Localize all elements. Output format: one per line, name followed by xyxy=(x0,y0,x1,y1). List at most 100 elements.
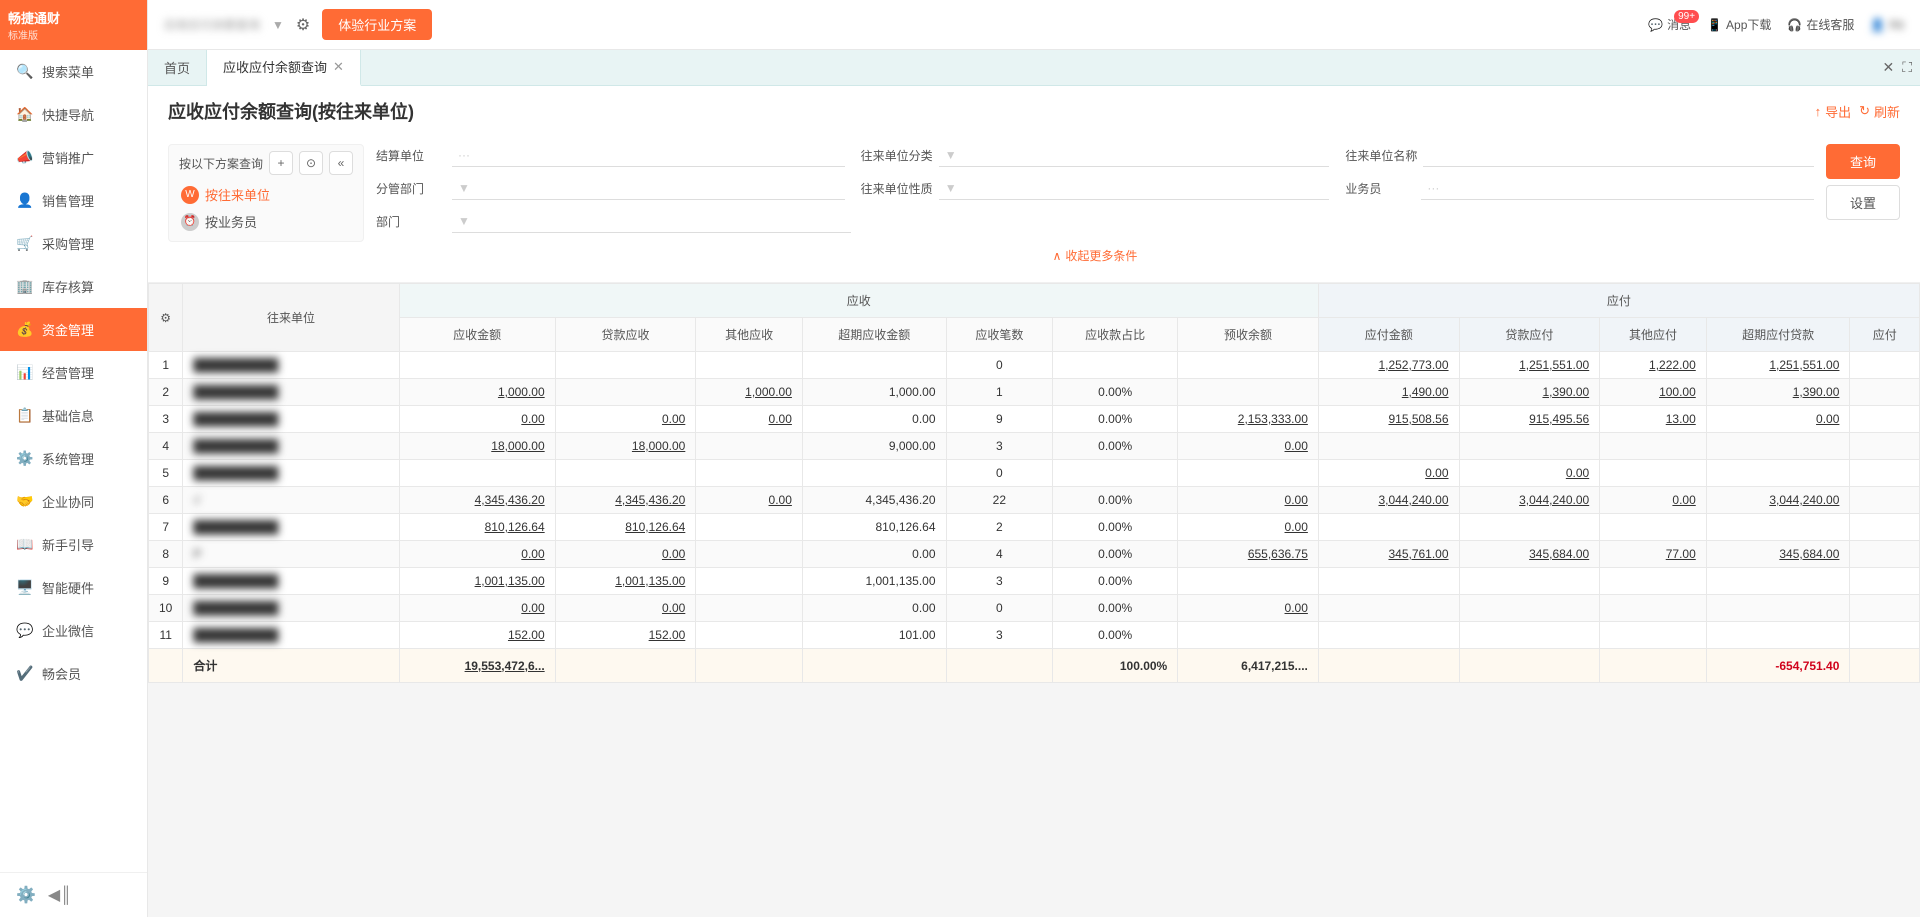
cell-value[interactable]: 77.00 xyxy=(1666,547,1696,561)
filter-rows: 结算单位 ··· 往来单位分类 ▼ xyxy=(376,144,1814,233)
settings-icon[interactable]: ⚙️ xyxy=(16,885,36,905)
edit-schema-button[interactable]: ⊙ xyxy=(299,151,323,175)
cell-value[interactable]: 1,252,773.00 xyxy=(1378,358,1448,372)
partner-name-input[interactable] xyxy=(1423,144,1814,167)
cell-value[interactable]: 0.00 xyxy=(662,412,685,426)
cell-value[interactable]: 0.00 xyxy=(1816,412,1839,426)
partner-name: ██████████ xyxy=(183,406,399,433)
cell-value: 0.00% xyxy=(1053,514,1178,541)
cell-value[interactable]: 0.00 xyxy=(1285,439,1308,453)
customer-service-button[interactable]: 🎧 在线客服 xyxy=(1787,16,1854,33)
export-button[interactable]: ↑ 导出 xyxy=(1815,102,1852,121)
cell-value[interactable]: 345,761.00 xyxy=(1388,547,1448,561)
app-download-button[interactable]: 📱 App下载 xyxy=(1707,16,1771,33)
query-button[interactable]: 查询 xyxy=(1826,144,1900,179)
sidebar-item-member[interactable]: ✔️ 畅会员 xyxy=(0,652,147,695)
cell-value[interactable]: 2,153,333.00 xyxy=(1238,412,1308,426)
refresh-button[interactable]: ↻ 刷新 xyxy=(1859,102,1900,121)
cell-value[interactable]: 3,044,240.00 xyxy=(1519,493,1589,507)
cell-value[interactable]: 152.00 xyxy=(649,628,686,642)
sidebar-item-inventory[interactable]: 🏢 库存核算 xyxy=(0,265,147,308)
cell-value[interactable]: 4,345,436.20 xyxy=(475,493,545,507)
cell-value[interactable]: 655,636.75 xyxy=(1248,547,1308,561)
sidebar-item-guide[interactable]: 📖 新手引导 xyxy=(0,523,147,566)
cell-value[interactable]: 3,044,240.00 xyxy=(1378,493,1448,507)
dept-dropdown[interactable]: ▼ xyxy=(452,177,845,200)
cell-value[interactable]: 152.00 xyxy=(508,628,545,642)
cell-value[interactable]: 1,390.00 xyxy=(1542,385,1589,399)
cell-value[interactable]: 810,126.64 xyxy=(485,520,545,534)
tab-close-icon[interactable]: ✕ xyxy=(333,59,344,75)
cell-value[interactable]: 0.00 xyxy=(662,547,685,561)
schema-by-unit[interactable]: W 按往来单位 xyxy=(173,181,359,208)
cell-value[interactable]: 0.00 xyxy=(1285,601,1308,615)
salesperson-input[interactable]: ··· xyxy=(1421,177,1814,200)
sidebar-item-business[interactable]: 📊 经营管理 xyxy=(0,351,147,394)
tab-close-all-button[interactable]: ✕ xyxy=(1882,59,1894,76)
cell-value[interactable]: 1,251,551.00 xyxy=(1519,358,1589,372)
cell-value[interactable]: 345,684.00 xyxy=(1779,547,1839,561)
cell-value[interactable]: 0.00 xyxy=(662,601,685,615)
schema-by-staff[interactable]: ⏰ 按业务员 xyxy=(173,208,359,235)
cell-value[interactable]: 1,490.00 xyxy=(1402,385,1449,399)
sidebar-item-finance[interactable]: 💰 资金管理 xyxy=(0,308,147,351)
th-ap-amount: 应付金额 xyxy=(1318,318,1459,352)
cell-value[interactable]: 1,001,135.00 xyxy=(615,574,685,588)
cell-value[interactable]: 1,251,551.00 xyxy=(1769,358,1839,372)
sidebar-item-basic[interactable]: 📋 基础信息 xyxy=(0,394,147,437)
cell-value[interactable]: 1,000.00 xyxy=(498,385,545,399)
cell-value[interactable]: 915,495.56 xyxy=(1529,412,1589,426)
cell-value[interactable]: 100.00 xyxy=(1659,385,1696,399)
cell-value[interactable]: 18,000.00 xyxy=(491,439,544,453)
sidebar-item-enterprise[interactable]: 🤝 企业协同 xyxy=(0,480,147,523)
cell-value[interactable]: 1,222.00 xyxy=(1649,358,1696,372)
cell-value[interactable]: 0.00 xyxy=(1566,466,1589,480)
cell-value[interactable]: 1,390.00 xyxy=(1793,385,1840,399)
cell-value[interactable]: 0.00 xyxy=(1425,466,1448,480)
partner-nature-dropdown[interactable]: ▼ xyxy=(939,177,1330,200)
cell-value[interactable]: 18,000.00 xyxy=(632,439,685,453)
tab-home[interactable]: 首页 xyxy=(148,50,207,86)
sidebar-item-hardware[interactable]: 🖥️ 智能硬件 xyxy=(0,566,147,609)
cell-value[interactable]: 0.00 xyxy=(521,547,544,561)
partner-category-dropdown[interactable]: ▼ xyxy=(939,144,1330,167)
cell-value[interactable]: 4,345,436.20 xyxy=(615,493,685,507)
sidebar-item-marketing[interactable]: 📣 营销推广 xyxy=(0,136,147,179)
sidebar-item-system[interactable]: ⚙️ 系统管理 xyxy=(0,437,147,480)
promo-button[interactable]: 体验行业方案 xyxy=(322,9,432,40)
cell-value[interactable]: 0.00 xyxy=(521,601,544,615)
gear-icon[interactable]: ⚙ xyxy=(160,311,171,325)
topbar-dropdown-icon[interactable]: ▼ xyxy=(272,18,284,32)
th-gear[interactable]: ⚙ xyxy=(149,284,183,352)
section-dept-dropdown[interactable]: ▼ xyxy=(452,210,851,233)
settlement-unit-input[interactable]: ··· xyxy=(452,144,845,167)
collapse-icon[interactable]: ◀║ xyxy=(48,885,72,905)
collapse-schema-button[interactable]: « xyxy=(329,151,353,175)
cell-value[interactable]: 915,508.56 xyxy=(1388,412,1448,426)
cell-value[interactable]: 3,044,240.00 xyxy=(1769,493,1839,507)
cell-value[interactable]: 345,684.00 xyxy=(1529,547,1589,561)
cell-value[interactable]: 1,000.00 xyxy=(745,385,792,399)
cell-value[interactable]: 0.00 xyxy=(1285,493,1308,507)
user-avatar[interactable]: 👤 Rit xyxy=(1870,18,1904,32)
sidebar-item-purchase[interactable]: 🛒 采购管理 xyxy=(0,222,147,265)
sidebar-item-weixin[interactable]: 💬 企业微信 xyxy=(0,609,147,652)
cell-value[interactable]: 0.00 xyxy=(1285,520,1308,534)
cell-value[interactable]: 0.00 xyxy=(1672,493,1695,507)
cell-value[interactable]: 0.00 xyxy=(521,412,544,426)
sidebar-item-quicknav[interactable]: 🏠 快捷导航 xyxy=(0,93,147,136)
cell-value[interactable]: 1,001,135.00 xyxy=(475,574,545,588)
cell-value[interactable]: 0.00 xyxy=(769,412,792,426)
setting-button[interactable]: 设置 xyxy=(1826,185,1900,220)
add-schema-button[interactable]: + xyxy=(269,151,293,175)
sidebar-item-sales[interactable]: 👤 销售管理 xyxy=(0,179,147,222)
cell-value[interactable]: 13.00 xyxy=(1666,412,1696,426)
filter-collapse-button[interactable]: ∧ 收起更多条件 xyxy=(376,241,1814,270)
cell-value[interactable]: 810,126.64 xyxy=(625,520,685,534)
notification-button[interactable]: 💬 消息 99+ xyxy=(1648,16,1691,33)
sidebar-item-search[interactable]: 🔍 搜索菜单 xyxy=(0,50,147,93)
cell-value[interactable]: 0.00 xyxy=(769,493,792,507)
topbar-gear-icon[interactable]: ⚙ xyxy=(296,15,310,35)
tab-maximize-button[interactable]: ⛶ xyxy=(1902,59,1912,76)
tab-query[interactable]: 应收应付余额查询 ✕ xyxy=(207,50,361,86)
